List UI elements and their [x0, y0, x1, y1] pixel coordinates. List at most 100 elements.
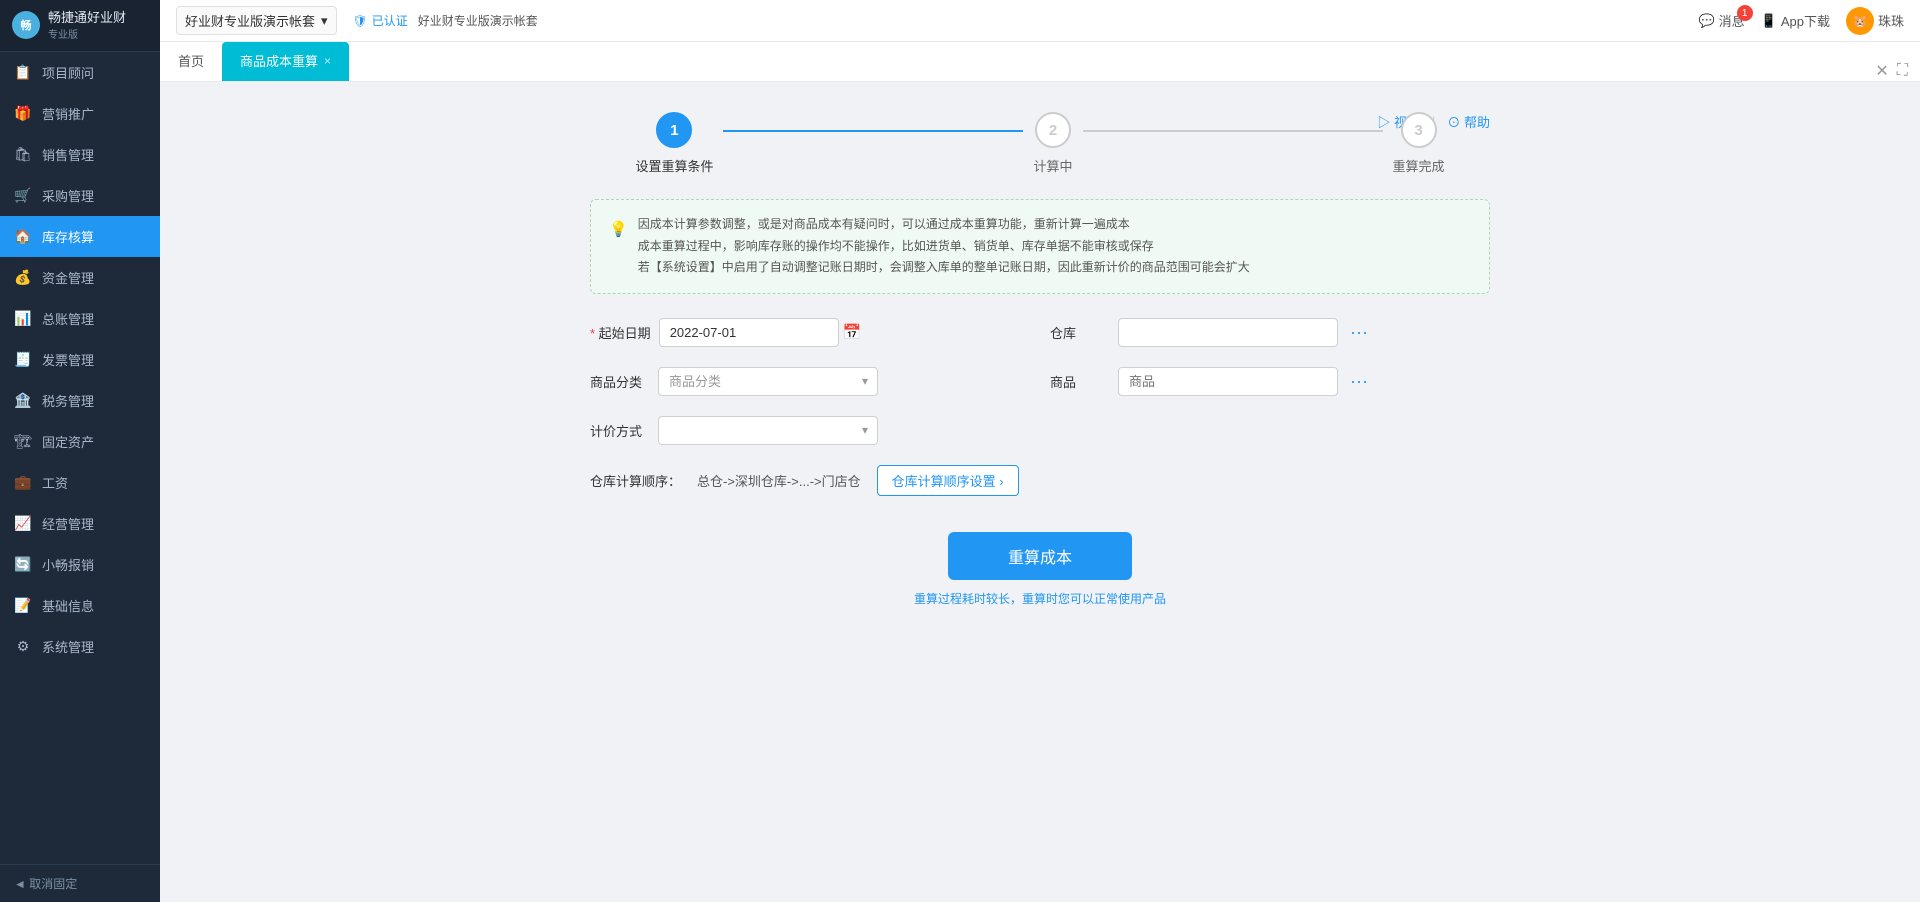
sidebar-item-invoice[interactable]: 🧾 发票管理	[0, 339, 160, 380]
warehouse-order-btn-label: 仓库计算顺序设置 ›	[892, 471, 1004, 490]
goods-input[interactable]	[1118, 367, 1338, 396]
marketing-label: 营销推广	[42, 104, 94, 123]
maximize-icon[interactable]: ⛶	[1897, 62, 1908, 80]
warehouse-order-value: 总仓->深圳仓库->...->门店仓	[697, 471, 861, 490]
form-row-2: 商品分类 商品分类 商品 ···	[590, 367, 1490, 396]
sidebar-item-inventory[interactable]: 🏠 库存核算	[0, 216, 160, 257]
warehouse-dots-btn[interactable]: ···	[1346, 323, 1372, 341]
pricing-select-wrapper	[658, 416, 878, 445]
message-icon: 💬	[1698, 13, 1714, 29]
sidebar-item-operations[interactable]: 📈 经营管理	[0, 503, 160, 544]
warehouse-order-btn[interactable]: 仓库计算顺序设置 ›	[877, 465, 1019, 496]
recalc-section: 重算成本 重算过程耗时较长，重算时您可以正常使用产品	[590, 532, 1490, 607]
warehouse-order-label: 仓库计算顺序：	[590, 471, 681, 490]
invoice-label: 发票管理	[42, 350, 94, 369]
help-link[interactable]: ⊙ 帮助	[1447, 112, 1490, 131]
marketing-icon: 🎁	[14, 105, 32, 122]
message-btn[interactable]: 💬 消息 1	[1698, 11, 1744, 30]
sidebar-item-assets[interactable]: 🏗 固定资产	[0, 421, 160, 462]
sidebar-item-project[interactable]: 📋 项目顾问	[0, 52, 160, 93]
step-2-label: 计算中	[1033, 156, 1072, 175]
verified-label: 已认证	[372, 12, 408, 29]
main-area: 好业财专业版演示帐套 ▾ 🛡 已认证 好业财专业版演示帐套 💬 消息 1 📱 A…	[160, 0, 1920, 902]
goods-dots-btn[interactable]: ···	[1346, 372, 1372, 390]
tax-label: 税务管理	[42, 391, 94, 410]
sidebar-unpin[interactable]: ◄ 取消固定	[0, 864, 160, 902]
pricing-field: 计价方式	[590, 416, 1030, 445]
finance-icon: 💰	[14, 269, 32, 286]
tab-home[interactable]: 首页	[160, 42, 222, 81]
account-selector[interactable]: 好业财专业版演示帐套 ▾	[176, 6, 337, 35]
topbar: 好业财专业版演示帐套 ▾ 🛡 已认证 好业财专业版演示帐套 💬 消息 1 📱 A…	[160, 0, 1920, 42]
sidebar-item-accounting[interactable]: 📊 总账管理	[0, 298, 160, 339]
sidebar-item-system[interactable]: ⚙ 系统管理	[0, 626, 160, 667]
category-field: 商品分类 商品分类	[590, 367, 1030, 396]
steps-container: 1 设置重算条件 2 计算中 3 重算完成 ▷ 视	[590, 112, 1490, 175]
sales-label: 销售管理	[42, 145, 94, 164]
tab-cost-recalc[interactable]: 商品成本重算 ×	[222, 42, 349, 81]
step-3: 3 重算完成	[1393, 112, 1445, 175]
salary-icon: 💼	[14, 474, 32, 491]
sidebar-header: 畅 畅捷通好业财 专业版	[0, 0, 160, 52]
step-line-1-2	[723, 130, 1023, 132]
recalc-btn-label: 重算成本	[1008, 550, 1072, 567]
category-select-wrapper: 商品分类	[658, 367, 878, 396]
info-line-2: 成本重算过程中，影响库存账的操作均不能操作，比如进货单、销货单、库存单据不能审核…	[638, 236, 1250, 258]
form-row-4: 仓库计算顺序： 总仓->深圳仓库->...->门店仓 仓库计算顺序设置 ›	[590, 465, 1490, 496]
assets-label: 固定资产	[42, 432, 94, 451]
pricing-select[interactable]	[658, 416, 878, 445]
message-badge: 1	[1737, 5, 1753, 21]
purchase-icon: 🛒	[14, 187, 32, 204]
sidebar-item-sales[interactable]: 🛍 销售管理	[0, 134, 160, 175]
sidebar-item-marketing[interactable]: 🎁 营销推广	[0, 93, 160, 134]
sidebar-item-basic[interactable]: 📝 基础信息	[0, 585, 160, 626]
system-icon: ⚙	[14, 638, 32, 655]
operations-icon: 📈	[14, 515, 32, 532]
start-date-label: 起始日期	[590, 323, 651, 342]
step-3-label: 重算完成	[1393, 156, 1445, 175]
form-row-1: 起始日期 📅 仓库 ···	[590, 318, 1490, 347]
recalc-btn[interactable]: 重算成本	[948, 532, 1132, 580]
calendar-icon[interactable]: 📅	[843, 323, 862, 341]
basic-label: 基础信息	[42, 596, 94, 615]
step-3-circle: 3	[1401, 112, 1437, 148]
app-logo: 畅	[12, 11, 40, 39]
phone-icon: 📱	[1761, 13, 1777, 29]
app-download-label: App下载	[1781, 11, 1830, 30]
tab-cost-recalc-label: 商品成本重算	[240, 51, 318, 70]
pricing-label: 计价方式	[590, 421, 650, 440]
project-icon: 📋	[14, 64, 32, 81]
inventory-icon: 🏠	[14, 228, 32, 245]
sidebar-item-expense[interactable]: 🔄 小畅报销	[0, 544, 160, 585]
app-subtitle: 专业版	[48, 26, 126, 41]
assets-icon: 🏗	[14, 433, 32, 450]
sidebar-item-tax[interactable]: 🏦 税务管理	[0, 380, 160, 421]
finance-label: 资金管理	[42, 268, 94, 287]
expense-icon: 🔄	[14, 556, 32, 573]
warehouse-input[interactable]	[1118, 318, 1338, 347]
shield-icon: 🛡	[353, 14, 368, 28]
warehouse-field: 仓库 ···	[1050, 318, 1490, 347]
sidebar-item-salary[interactable]: 💼 工资	[0, 462, 160, 503]
start-date-field: 起始日期 📅	[590, 318, 1030, 347]
basic-icon: 📝	[14, 597, 32, 614]
step-line-2-3	[1083, 130, 1383, 132]
tab-close-icon[interactable]: ×	[324, 54, 331, 68]
close-window-icon[interactable]: ✕	[1875, 61, 1888, 81]
sidebar-item-finance[interactable]: 💰 资金管理	[0, 257, 160, 298]
category-label: 商品分类	[590, 372, 650, 391]
content-area: 1 设置重算条件 2 计算中 3 重算完成 ▷ 视	[160, 82, 1920, 902]
step-1-circle: 1	[656, 112, 692, 148]
start-date-input[interactable]	[659, 318, 839, 347]
app-download-btn[interactable]: 📱 App下载	[1761, 11, 1830, 30]
account-selector-label: 好业财专业版演示帐套	[185, 11, 315, 30]
inventory-label: 库存核算	[42, 227, 94, 246]
user-avatar-area[interactable]: 🐹 珠珠	[1846, 7, 1904, 35]
verified-badge: 🛡 已认证	[353, 12, 408, 29]
accounting-label: 总账管理	[42, 309, 94, 328]
purchase-label: 采购管理	[42, 186, 94, 205]
avatar: 🐹	[1846, 7, 1874, 35]
sidebar-item-purchase[interactable]: 🛒 采购管理	[0, 175, 160, 216]
sales-icon: 🛍	[14, 146, 32, 163]
category-select[interactable]: 商品分类	[658, 367, 878, 396]
